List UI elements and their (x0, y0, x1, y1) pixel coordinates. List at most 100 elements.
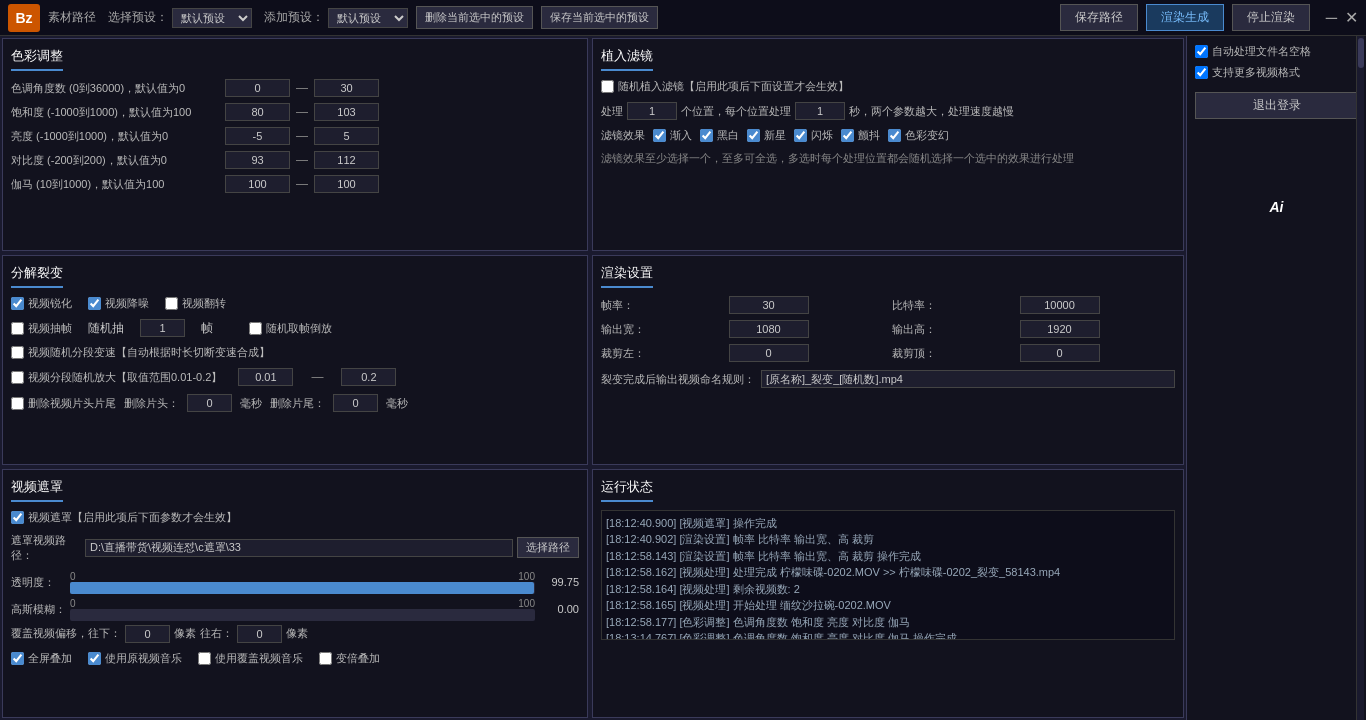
sharpen-check-item[interactable]: 视频锐化 (11, 296, 72, 311)
orig-music-checkbox[interactable] (88, 652, 101, 665)
right-panel: 自动处理文件名空格 支持更多视频格式 退出登录 Ai (1186, 36, 1366, 720)
auto-space-row[interactable]: 自动处理文件名空格 (1195, 44, 1358, 59)
cover-right-input[interactable] (237, 625, 282, 643)
pos-val-input[interactable] (795, 102, 845, 120)
speed-check-item[interactable]: 视频随机分段变速【自动根据时长切断变速合成】 (11, 345, 270, 360)
fps-input[interactable] (729, 296, 809, 314)
crop-left-input[interactable] (729, 344, 809, 362)
cover-music-checkbox[interactable] (198, 652, 211, 665)
denoise-checkbox[interactable] (88, 297, 101, 310)
zoom-check-item[interactable]: 视频分段随机放大【取值范围0.01-0.2】 (11, 370, 222, 385)
mask-path-button[interactable]: 选择路径 (517, 537, 579, 558)
opacity-max: 100 (518, 571, 535, 582)
close-button[interactable]: ✕ (1345, 8, 1358, 27)
extract-check-item[interactable]: 视频抽帧 (11, 321, 72, 336)
color-val1-1[interactable] (225, 103, 290, 121)
opacity-fill (70, 582, 534, 594)
delete-preset-button[interactable]: 删除当前选中的预设 (416, 6, 533, 29)
color-row-label-2: 亮度 (-1000到1000)，默认值为0 (11, 129, 221, 144)
effect-4-checkbox[interactable] (841, 129, 854, 142)
gauss-slider-row: 高斯模糊： 0 100 0.00 (11, 598, 579, 621)
zoom-val2-input[interactable] (341, 368, 396, 386)
save-preset-button[interactable]: 保存当前选中的预设 (541, 6, 658, 29)
save-path-button[interactable]: 保存路径 (1060, 4, 1138, 31)
more-formats-checkbox[interactable] (1195, 66, 1208, 79)
add-preset-label: 添加预设： (264, 9, 324, 26)
height-input[interactable] (1020, 320, 1100, 338)
scrollbar[interactable] (1356, 36, 1364, 720)
filter-main-checkbox[interactable] (601, 80, 614, 93)
minimize-button[interactable]: ─ (1326, 8, 1337, 27)
color-val2-4[interactable] (314, 175, 379, 193)
fullscreen-label: 全屏叠加 (28, 651, 72, 666)
color-val2-3[interactable] (314, 151, 379, 169)
gauss-track[interactable] (70, 609, 535, 621)
opacity-track[interactable] (70, 582, 535, 594)
delete-head-input[interactable] (187, 394, 232, 412)
add-preset-dropdown[interactable]: 默认预设 (328, 8, 408, 28)
cover-down-input[interactable] (125, 625, 170, 643)
color-val1-2[interactable] (225, 127, 290, 145)
random-reverse-check-item[interactable]: 随机取帧倒放 (249, 321, 332, 336)
effect-4-item[interactable]: 颤抖 (841, 128, 880, 143)
mask-main-check-item[interactable]: 视频遮罩【启用此项后下面参数才会生效】 (11, 510, 237, 525)
mask-path-input[interactable] (85, 539, 513, 557)
effect-1-checkbox[interactable] (700, 129, 713, 142)
fullscreen-checkbox[interactable] (11, 652, 24, 665)
mask-panel: 视频遮罩 视频遮罩【启用此项后下面参数才会生效】 遮罩视频路径： 选择路径 透明… (2, 469, 588, 718)
delete-check-item[interactable]: 删除视频片头片尾 (11, 396, 116, 411)
color-val2-0[interactable] (314, 79, 379, 97)
bitrate-input[interactable] (1020, 296, 1100, 314)
random-reverse-checkbox[interactable] (249, 322, 262, 335)
flip-checkbox[interactable] (165, 297, 178, 310)
color-panel: 色彩调整 色调角度数 (0到36000)，默认值为0 — 饱和度 (-1000到… (2, 38, 588, 251)
name-rule-label: 裂变完成后输出视频命名规则： (601, 372, 755, 387)
render-button[interactable]: 渲染生成 (1146, 4, 1224, 31)
zoom-add-checkbox[interactable] (319, 652, 332, 665)
cover-music-check-item[interactable]: 使用覆盖视频音乐 (198, 651, 303, 666)
effect-5-item[interactable]: 色彩变幻 (888, 128, 949, 143)
orig-music-check-item[interactable]: 使用原视频音乐 (88, 651, 182, 666)
logout-button[interactable]: 退出登录 (1195, 92, 1358, 119)
effect-0-checkbox[interactable] (653, 129, 666, 142)
effect-5-checkbox[interactable] (888, 129, 901, 142)
zoom-add-check-item[interactable]: 变倍叠加 (319, 651, 380, 666)
flip-check-item[interactable]: 视频翻转 (165, 296, 226, 311)
process-val-input[interactable] (627, 102, 677, 120)
color-val1-0[interactable] (225, 79, 290, 97)
zoom-add-label: 变倍叠加 (336, 651, 380, 666)
width-input[interactable] (729, 320, 809, 338)
effect-3-item[interactable]: 闪烁 (794, 128, 833, 143)
select-preset-dropdown[interactable]: 默认预设 (172, 8, 252, 28)
stop-render-button[interactable]: 停止渲染 (1232, 4, 1310, 31)
delete-tail-input[interactable] (333, 394, 378, 412)
color-val2-1[interactable] (314, 103, 379, 121)
name-rule-input[interactable] (761, 370, 1175, 388)
color-val1-3[interactable] (225, 151, 290, 169)
effect-0-label: 渐入 (670, 128, 692, 143)
scrollbar-thumb[interactable] (1358, 38, 1364, 68)
gauss-min: 0 (70, 598, 76, 609)
sharpen-checkbox[interactable] (11, 297, 24, 310)
delete-checkbox[interactable] (11, 397, 24, 410)
effect-0-item[interactable]: 渐入 (653, 128, 692, 143)
crop-left-label: 裁剪左： (601, 346, 721, 361)
effect-2-item[interactable]: 新星 (747, 128, 786, 143)
fullscreen-check-item[interactable]: 全屏叠加 (11, 651, 72, 666)
effect-2-checkbox[interactable] (747, 129, 760, 142)
denoise-check-item[interactable]: 视频降噪 (88, 296, 149, 311)
mask-main-checkbox[interactable] (11, 511, 24, 524)
auto-space-checkbox[interactable] (1195, 45, 1208, 58)
color-val1-4[interactable] (225, 175, 290, 193)
opacity-slider-container: 0 100 (70, 571, 535, 594)
random-value-input[interactable] (140, 319, 185, 337)
zoom-checkbox[interactable] (11, 371, 24, 384)
effect-3-checkbox[interactable] (794, 129, 807, 142)
color-val2-2[interactable] (314, 127, 379, 145)
extract-checkbox[interactable] (11, 322, 24, 335)
more-formats-row[interactable]: 支持更多视频格式 (1195, 65, 1358, 80)
crop-top-input[interactable] (1020, 344, 1100, 362)
zoom-val1-input[interactable] (238, 368, 293, 386)
effect-1-item[interactable]: 黑白 (700, 128, 739, 143)
speed-checkbox[interactable] (11, 346, 24, 359)
